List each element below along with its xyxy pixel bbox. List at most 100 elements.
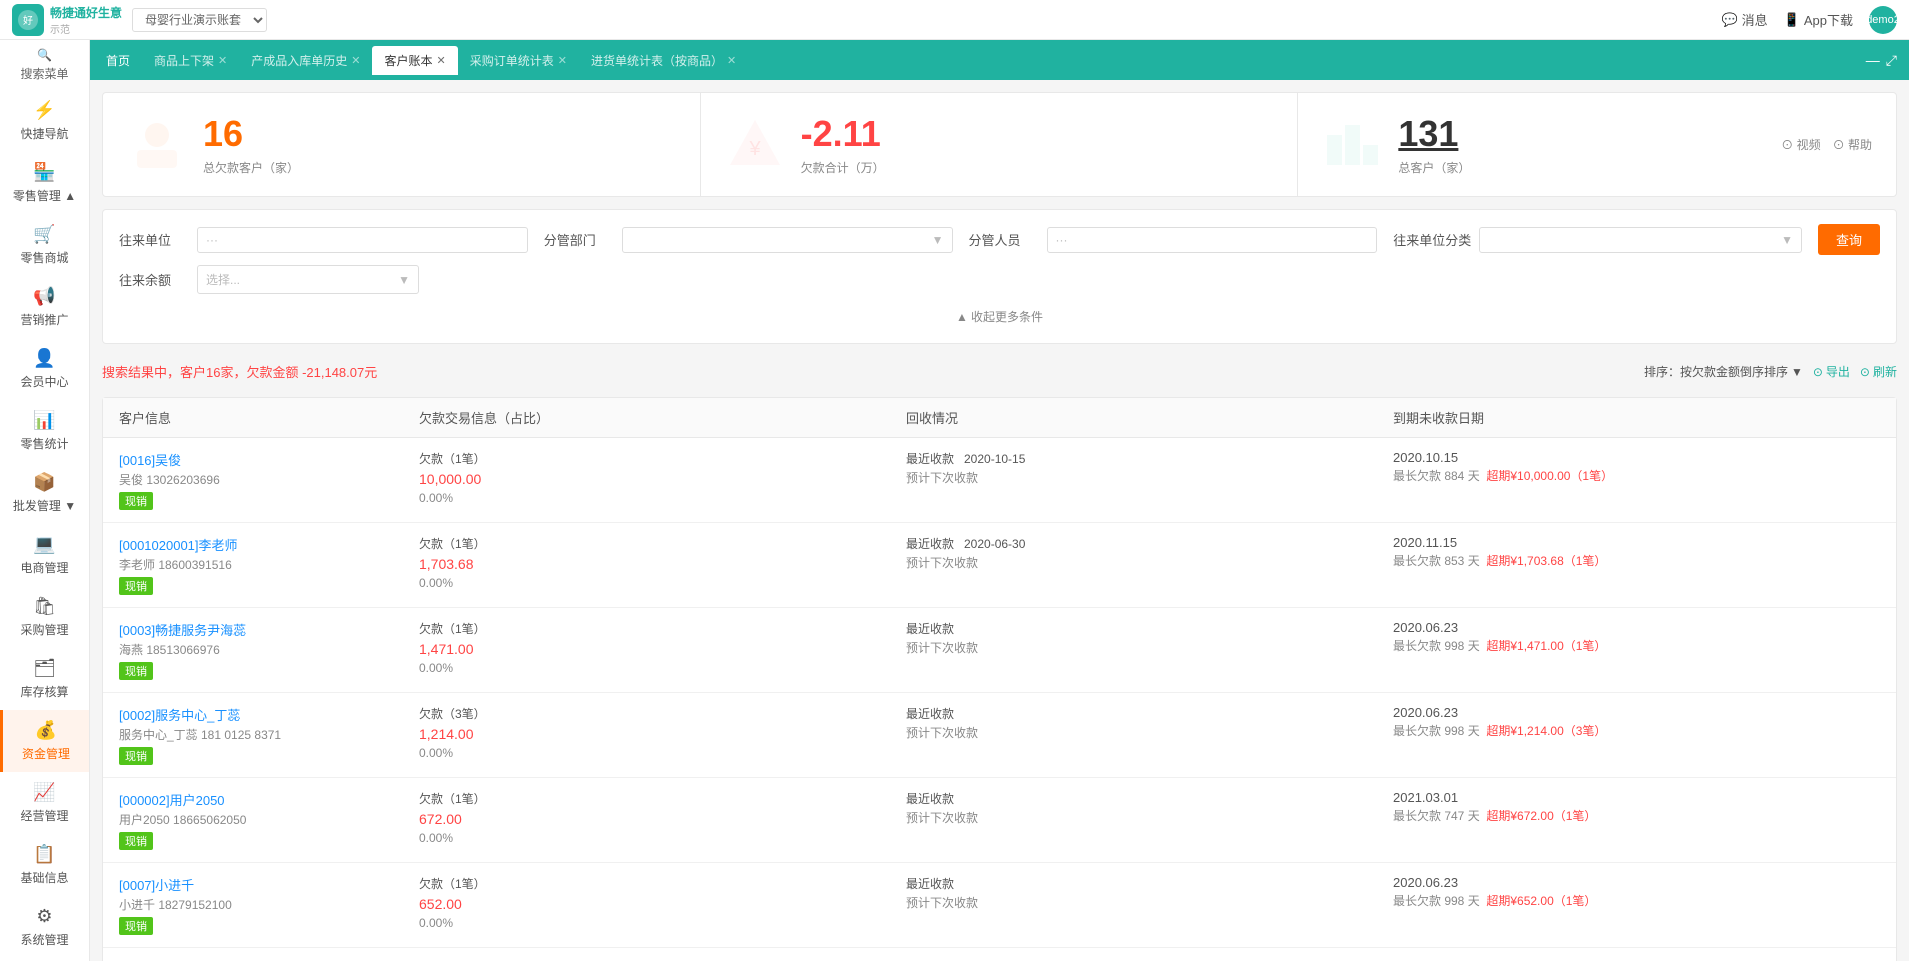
tab-production[interactable]: 产成品入库单历史 ✕: [239, 46, 372, 75]
sidebar-item-finance[interactable]: 💰 资金管理: [0, 710, 89, 772]
customer-link-0007[interactable]: [0007]小进千: [119, 878, 194, 893]
recovery-next-00010200001: 预计下次收款: [906, 554, 1393, 571]
search-icon: 🔍: [37, 48, 52, 62]
member-label: 会员中心: [20, 373, 68, 390]
results-actions: 排序：按欠款金额倒序排序 ▼ ⊙ 导出 ⊙ 刷新: [1644, 363, 1897, 380]
collapse-row: ▲ 收起更多条件: [119, 304, 1880, 329]
company-selector[interactable]: 母婴行业演示账套: [132, 8, 267, 32]
overdue-amount-0016[interactable]: 超期¥10,000.00（1笔）: [1486, 469, 1613, 483]
sidebar-item-system[interactable]: ⚙ 系统管理: [0, 896, 89, 958]
tab-production-label: 产成品入库单历史: [251, 52, 347, 69]
top-bar: 好 畅捷通好生意 示范 母婴行业演示账套 💬 消息 📱 App下载 demo2: [0, 0, 1909, 40]
sort-btn[interactable]: 排序：按欠款金额倒序排序 ▼: [1644, 363, 1803, 380]
tab-goods-stats-close[interactable]: ✕: [727, 54, 736, 67]
customer-info-0002: [0002]服务中心_丁蕊 服务中心_丁蕊 181 0125 8371 现销: [119, 705, 419, 765]
customer-link-0002[interactable]: [0002]服务中心_丁蕊: [119, 708, 240, 723]
sidebar-item-retail-mall[interactable]: 🛒 零售商城: [0, 214, 89, 276]
manager-input[interactable]: ···: [1047, 227, 1378, 253]
customer-link-0016[interactable]: [0016]吴俊: [119, 453, 181, 468]
debt-count-0002: 欠款（3笔）: [419, 705, 906, 722]
retail-mgmt-label: 零售管理 ▲: [13, 187, 76, 204]
help-btn[interactable]: ⊙ 帮助: [1833, 136, 1872, 153]
tab-purchase-order[interactable]: 采购订单统计表 ✕: [458, 46, 579, 75]
overdue-days-0016: 最长欠款 884 天 超期¥10,000.00（1笔）: [1393, 467, 1880, 484]
debt-total-info: -2.11 欠款合计（万）: [801, 113, 885, 176]
base-icon: 📋: [33, 844, 55, 865]
sidebar-item-ecommerce[interactable]: 💻 电商管理: [0, 524, 89, 586]
dept-input[interactable]: ▼: [622, 227, 953, 253]
table-row: [0002]服务中心_丁蕊 服务中心_丁蕊 181 0125 8371 现销 欠…: [103, 693, 1896, 778]
customer-info-0003: [0003]畅捷服务尹海蕊 海燕 18513066976 现销: [119, 620, 419, 680]
stat-card-debt-customers: 16 总欠款客户（家）: [103, 93, 701, 196]
sidebar-item-batch-mgmt[interactable]: 📦 批发管理 ▼: [0, 462, 89, 524]
debt-customers-icon: [127, 115, 187, 175]
overdue-date-0002: 2020.06.23: [1393, 705, 1880, 720]
sidebar-item-marketing[interactable]: 📢 营销推广: [0, 276, 89, 338]
tab-expand-icon[interactable]: ⤢: [1886, 52, 1897, 69]
debt-percent-0007: 0.00%: [419, 916, 906, 930]
debt-count-0007: 欠款（1笔）: [419, 875, 906, 892]
debt-percent-0016: 0.00%: [419, 491, 906, 505]
refresh-btn[interactable]: ⊙ 刷新: [1860, 363, 1897, 380]
page-content: 16 总欠款客户（家） ¥ -2.11 欠: [90, 80, 1909, 961]
sidebar-item-retail-mgmt[interactable]: 🏪 零售管理 ▲: [0, 152, 89, 214]
unit-category-input[interactable]: ▼: [1479, 227, 1802, 253]
overdue-amount-00010200001[interactable]: 超期¥1,703.68（1笔）: [1486, 554, 1606, 568]
logo-icon: 好: [12, 4, 44, 36]
overdue-days-00010200001: 最长欠款 853 天 超期¥1,703.68（1笔）: [1393, 552, 1880, 569]
from-unit-input[interactable]: ···: [197, 227, 528, 253]
recovery-00010200001: 最近收款 2020-06-30 预计下次收款: [906, 535, 1393, 571]
export-btn[interactable]: ⊙ 导出: [1813, 363, 1850, 380]
query-button[interactable]: 查询: [1818, 224, 1880, 255]
stat-card-total-customers: 131 总客户（家） ⊙ 视频 ⊙ 帮助: [1298, 93, 1896, 196]
tab-customer-account-close[interactable]: ✕: [437, 54, 446, 67]
message-btn[interactable]: 💬 消息: [1721, 10, 1767, 29]
table-row: [0001020001]李老师 李老师 18600391516 现销 欠款（1笔…: [103, 523, 1896, 608]
sidebar-item-member[interactable]: 👤 会员中心: [0, 338, 89, 400]
debt-percent-000002: 0.00%: [419, 831, 906, 845]
table-row: [0003]畅捷服务尹海蕊 海燕 18513066976 现销 欠款（1笔） 1…: [103, 608, 1896, 693]
tab-home[interactable]: 首页: [94, 46, 142, 75]
sidebar-item-base[interactable]: 📋 基础信息: [0, 834, 89, 896]
sidebar-item-inventory[interactable]: 🗂 库存核算: [0, 648, 89, 710]
finance-label: 资金管理: [22, 745, 70, 762]
overdue-days-0002: 最长欠款 998 天 超期¥1,214.00（3笔）: [1393, 722, 1880, 739]
collapse-up-icon: ▲: [956, 310, 968, 324]
total-customers-value: 131: [1398, 113, 1470, 155]
col-header-customer: 客户信息: [119, 408, 419, 427]
debt-percent-0002: 0.00%: [419, 746, 906, 760]
overdue-amount-0007[interactable]: 超期¥652.00（1笔）: [1486, 894, 1596, 908]
video-btn[interactable]: ⊙ 视频: [1781, 136, 1820, 153]
tab-minimize-icon[interactable]: —: [1866, 52, 1880, 68]
overdue-date-0007: 2020.06.23: [1393, 875, 1880, 890]
tab-purchase-order-close[interactable]: ✕: [558, 54, 567, 67]
filter-unit-category: 往来单位分类 ▼: [1393, 227, 1802, 253]
tab-customer-account[interactable]: 客户账本 ✕: [372, 46, 457, 75]
tab-products-close[interactable]: ✕: [218, 54, 227, 67]
message-icon: 💬: [1721, 12, 1737, 28]
collapse-btn[interactable]: ▲ 收起更多条件: [956, 308, 1043, 325]
search-menu-btn[interactable]: 🔍 搜索菜单: [0, 40, 89, 90]
retail-mall-icon: 🛒: [33, 224, 55, 245]
tab-products[interactable]: 商品上下架 ✕: [142, 46, 239, 75]
sidebar-item-ops[interactable]: 📈 经营管理: [0, 772, 89, 834]
customer-link-00010200001[interactable]: [0001020001]李老师: [119, 538, 238, 553]
overdue-amount-0002[interactable]: 超期¥1,214.00（3笔）: [1486, 724, 1606, 738]
customer-link-0003[interactable]: [0003]畅捷服务尹海蕊: [119, 623, 246, 638]
col-header-debt: 欠款交易信息（占比）: [419, 408, 906, 427]
tab-production-close[interactable]: ✕: [351, 54, 360, 67]
overdue-amount-000002[interactable]: 超期¥672.00（1笔）: [1486, 809, 1596, 823]
overdue-amount-0003[interactable]: 超期¥1,471.00（1笔）: [1486, 639, 1606, 653]
balance-input[interactable]: 选择... ▼: [197, 265, 419, 294]
user-menu-btn[interactable]: demo2: [1869, 6, 1897, 34]
batch-mgmt-label: 批发管理 ▼: [13, 497, 76, 514]
sidebar-item-retail-stats[interactable]: 📊 零售统计: [0, 400, 89, 462]
tab-goods-stats[interactable]: 进货单统计表（按商品） ✕: [579, 46, 748, 75]
sidebar-item-quick-nav[interactable]: ⚡ 快捷导航: [0, 90, 89, 152]
customer-link-000002[interactable]: [000002]用户2050: [119, 793, 225, 808]
sort-label: 排序：按欠款金额倒序排序: [1644, 363, 1788, 380]
retail-stats-label: 零售统计: [20, 435, 68, 452]
app-download-btn[interactable]: 📱 App下载: [1784, 10, 1853, 29]
stats-row: 16 总欠款客户（家） ¥ -2.11 欠: [102, 92, 1897, 197]
sidebar-item-purchase[interactable]: 🛍 采购管理: [0, 586, 89, 648]
